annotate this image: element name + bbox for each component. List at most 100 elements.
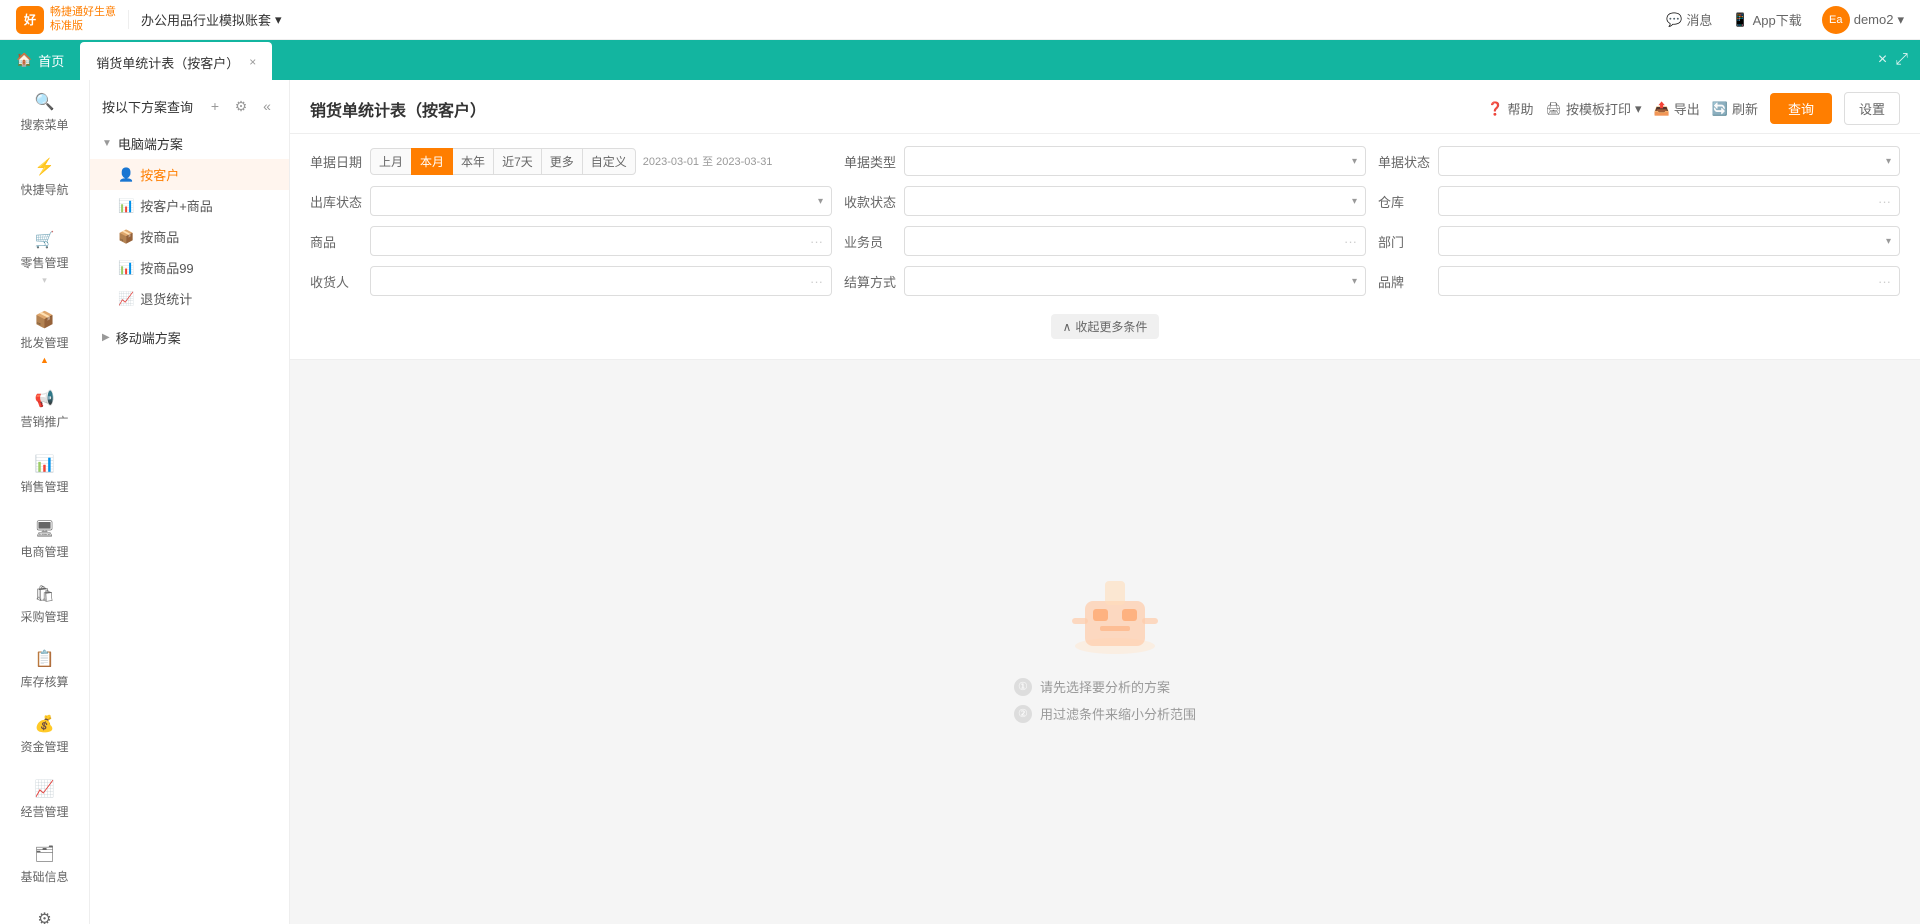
sidebar-item-inventory[interactable]: 📋 库存核算 <box>0 637 89 702</box>
product-select[interactable]: ··· <box>370 226 832 256</box>
chevron-down-icon: ▾ <box>1886 156 1891 167</box>
payment-method-select[interactable]: ▾ <box>904 266 1366 296</box>
scheme-by-product-99[interactable]: 📊 按商品99 <box>90 252 289 283</box>
chevron-up-icon: ▲ <box>40 355 49 365</box>
refresh-btn[interactable]: 🔄 刷新 <box>1712 99 1758 118</box>
collapse-btn[interactable]: ∧ 收起更多条件 <box>1051 314 1160 339</box>
sidebar-item-ecommerce[interactable]: 🖥 电商管理 <box>0 507 89 572</box>
order-status-select[interactable]: ▾ <box>1438 146 1900 176</box>
top-bar-right: 💬 消息 📱 App下载 Ea demo2 ▾ <box>1666 6 1904 34</box>
sidebar-item-sales[interactable]: 📊 销售管理 <box>0 442 89 507</box>
brand-label: 品牌 <box>1378 272 1430 291</box>
top-bar-left: 好 畅捷通好生意 标准版 办公用品行业模拟账套 ▾ <box>16 6 282 34</box>
date-tab-current-month[interactable]: 本月 <box>411 148 453 175</box>
export-btn[interactable]: 📤 导出 <box>1654 99 1700 118</box>
sidebar-item-finance[interactable]: 💰 资金管理 <box>0 702 89 767</box>
add-scheme-btn[interactable]: + <box>205 96 225 116</box>
main-wrapper: 🔍 搜索菜单 ⚡ 快捷导航 🛒 零售管理 ▾ 📦 批发管理 ▲ 📢 营销推广 📊… <box>0 80 1920 924</box>
logo-icon: 好 <box>16 6 44 34</box>
tab-close-icon[interactable]: × <box>249 55 256 69</box>
print-dropdown-icon: ▾ <box>1635 101 1642 117</box>
sidebar-item-wholesale[interactable]: 📦 批发管理 ▲ <box>0 298 89 377</box>
consignee-filter-item: 收货人 ··· <box>310 266 832 296</box>
more-icon: ··· <box>1344 234 1357 249</box>
top-bar: 好 畅捷通好生意 标准版 办公用品行业模拟账套 ▾ 💬 消息 📱 App下载 E… <box>0 0 1920 40</box>
home-icon: 🏠 <box>16 52 32 68</box>
date-tab-last-month[interactable]: 上月 <box>370 148 412 175</box>
user-menu[interactable]: Ea demo2 ▾ <box>1822 6 1904 34</box>
tab-home[interactable]: 🏠 首页 <box>0 40 80 80</box>
page-title-area: 销货单统计表（按客户） ❓ 帮助 🖨 按模板打印 ▾ 📤 导出 <box>290 80 1920 134</box>
date-tab-custom[interactable]: 自定义 <box>582 148 636 175</box>
app-selector[interactable]: 办公用品行业模拟账套 ▾ <box>128 10 282 29</box>
chevron-down-icon: ▾ <box>1352 276 1357 287</box>
mobile-scheme-parent[interactable]: ▶ 移动端方案 <box>90 322 289 353</box>
date-tab-last-7-days[interactable]: 近7天 <box>493 148 542 175</box>
empty-tips: ① 请先选择要分析的方案 ② 用过滤条件来缩小分析范围 <box>1014 677 1196 723</box>
order-type-label: 单据类型 <box>844 152 896 171</box>
mobile-scheme-section: ▶ 移动端方案 <box>90 318 289 357</box>
help-icon: ❓ <box>1487 101 1503 117</box>
date-tab-more[interactable]: 更多 <box>541 148 583 175</box>
refresh-icon: 🔄 <box>1712 101 1728 117</box>
filter-row-4: 收货人 ··· 结算方式 ▾ 品牌 <box>310 266 1900 296</box>
scheme-return-stats[interactable]: 📈 退货统计 <box>90 283 289 314</box>
more-icon: ··· <box>1878 194 1891 209</box>
settings-scheme-btn[interactable]: ⚙ <box>231 96 251 116</box>
outbound-label: 出库状态 <box>310 192 362 211</box>
sales-icon: 📊 <box>35 454 55 474</box>
sidebar-item-system[interactable]: ⚙ 系统管理 <box>0 897 89 924</box>
brand-select[interactable]: ··· <box>1438 266 1900 296</box>
more-icon: ··· <box>810 234 823 249</box>
department-select[interactable]: ▾ <box>1438 226 1900 256</box>
tab-minimize-btn[interactable]: × <box>1878 51 1887 69</box>
sidebar-item-purchase[interactable]: 🛍 采购管理 <box>0 572 89 637</box>
quick-nav-icon: ⚡ <box>35 157 55 177</box>
sidebar-item-search[interactable]: 🔍 搜索菜单 <box>0 80 89 145</box>
app-download-btn[interactable]: 📱 App下载 <box>1732 10 1801 29</box>
order-type-select[interactable]: ▾ <box>904 146 1366 176</box>
scheme-by-product[interactable]: 📦 按商品 <box>90 221 289 252</box>
query-btn[interactable]: 查询 <box>1770 93 1832 124</box>
right-panel: 销货单统计表（按客户） ❓ 帮助 🖨 按模板打印 ▾ 📤 导出 <box>290 80 1920 924</box>
sidebar-item-retail[interactable]: 🛒 零售管理 ▾ <box>0 218 89 298</box>
print-btn[interactable]: 🖨 按模板打印 ▾ <box>1546 99 1642 118</box>
consignee-select[interactable]: ··· <box>370 266 832 296</box>
scheme-by-customer-product[interactable]: 📊 按客户+商品 <box>90 190 289 221</box>
filter-row-2: 出库状态 ▾ 收款状态 ▾ 仓库 <box>310 186 1900 216</box>
filter-row-3: 商品 ··· 业务员 ··· 部门 <box>310 226 1900 256</box>
salesperson-select[interactable]: ··· <box>904 226 1366 256</box>
tab-bar: 🏠 首页 销货单统计表（按客户） × × ⤢ <box>0 40 1920 80</box>
warehouse-select[interactable]: ··· <box>1438 186 1900 216</box>
date-tab-current-year[interactable]: 本年 <box>452 148 494 175</box>
scheme-by-customer[interactable]: 👤 按客户 <box>90 159 289 190</box>
settings-btn[interactable]: 设置 <box>1844 92 1900 125</box>
desktop-scheme-section: ▼ 电脑端方案 👤 按客户 📊 按客户+商品 📦 按商品 📊 按商品 <box>90 124 289 318</box>
outbound-select[interactable]: ▾ <box>370 186 832 216</box>
warehouse-label: 仓库 <box>1378 192 1430 211</box>
sidebar-item-quick-nav[interactable]: ⚡ 快捷导航 <box>0 145 89 210</box>
help-btn[interactable]: ❓ 帮助 <box>1487 99 1533 118</box>
inventory-icon: 📋 <box>35 649 55 669</box>
sidebar-item-operation[interactable]: 📈 经营管理 <box>0 767 89 832</box>
sidebar-item-marketing[interactable]: 📢 营销推广 <box>0 377 89 442</box>
page-title: 销货单统计表（按客户） <box>310 97 486 121</box>
tab-maximize-btn[interactable]: ⤢ <box>1895 51 1908 69</box>
salesperson-filter-item: 业务员 ··· <box>844 226 1366 256</box>
payment-received-select[interactable]: ▾ <box>904 186 1366 216</box>
outbound-filter-item: 出库状态 ▾ <box>310 186 832 216</box>
product-icon: 📦 <box>118 229 134 245</box>
empty-tip-2: ② 用过滤条件来缩小分析范围 <box>1014 704 1196 723</box>
message-btn[interactable]: 💬 消息 <box>1666 10 1712 29</box>
tip-num-1: ① <box>1014 678 1032 696</box>
payment-received-filter-item: 收款状态 ▾ <box>844 186 1366 216</box>
desktop-scheme-parent[interactable]: ▼ 电脑端方案 <box>90 128 289 159</box>
finance-icon: 💰 <box>35 714 55 734</box>
message-icon: 💬 <box>1666 12 1682 28</box>
sidebar-item-basic[interactable]: 🗂 基础信息 <box>0 832 89 897</box>
warehouse-filter-item: 仓库 ··· <box>1378 186 1900 216</box>
panel-header: 按以下方案查询 + ⚙ « <box>90 88 289 124</box>
tab-active[interactable]: 销货单统计表（按客户） × <box>80 42 272 82</box>
marketing-icon: 📢 <box>35 389 55 409</box>
collapse-panel-btn[interactable]: « <box>257 96 277 116</box>
